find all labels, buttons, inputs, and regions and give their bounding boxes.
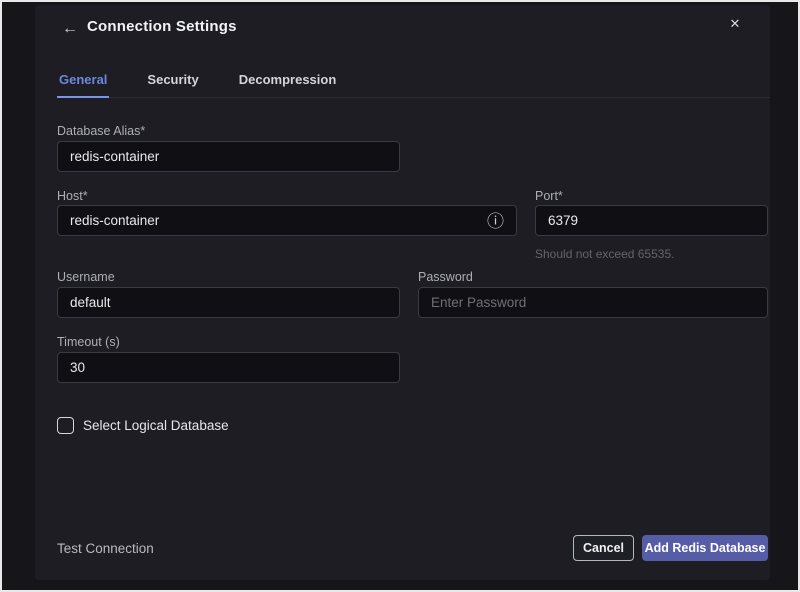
port-input[interactable]: [535, 205, 768, 236]
tab-security[interactable]: Security: [145, 68, 200, 98]
username-label: Username: [57, 270, 115, 284]
close-icon[interactable]: ✕: [726, 15, 744, 33]
tab-decompression[interactable]: Decompression: [237, 68, 339, 98]
host-info-icon[interactable]: ⓘ: [487, 213, 504, 230]
database-alias-input[interactable]: [57, 141, 400, 172]
password-label: Password: [418, 270, 473, 284]
connection-settings-modal: ← Connection Settings ✕ General Security…: [35, 5, 770, 580]
port-label: Port*: [535, 189, 563, 203]
tab-general[interactable]: General: [57, 68, 110, 98]
page-title: Connection Settings: [87, 18, 237, 35]
logical-database-row: Select Logical Database: [57, 417, 229, 434]
app-backdrop: ← Connection Settings ✕ General Security…: [0, 0, 800, 592]
host-input[interactable]: [57, 205, 517, 236]
database-alias-label: Database Alias*: [57, 124, 146, 138]
logical-database-checkbox[interactable]: [57, 417, 74, 434]
test-connection-button[interactable]: Test Connection: [57, 541, 154, 556]
host-label: Host*: [57, 189, 88, 203]
port-helper-text: Should not exceed 65535.: [535, 247, 675, 261]
back-arrow-icon[interactable]: ←: [59, 18, 81, 40]
logical-database-label: Select Logical Database: [83, 418, 229, 433]
add-redis-database-button[interactable]: Add Redis Database: [642, 535, 768, 561]
tab-bar: General Security Decompression: [57, 68, 770, 98]
cancel-button[interactable]: Cancel: [573, 535, 634, 561]
timeout-input[interactable]: [57, 352, 400, 383]
username-input[interactable]: [57, 287, 400, 318]
timeout-label: Timeout (s): [57, 335, 120, 349]
password-input[interactable]: [418, 287, 768, 318]
